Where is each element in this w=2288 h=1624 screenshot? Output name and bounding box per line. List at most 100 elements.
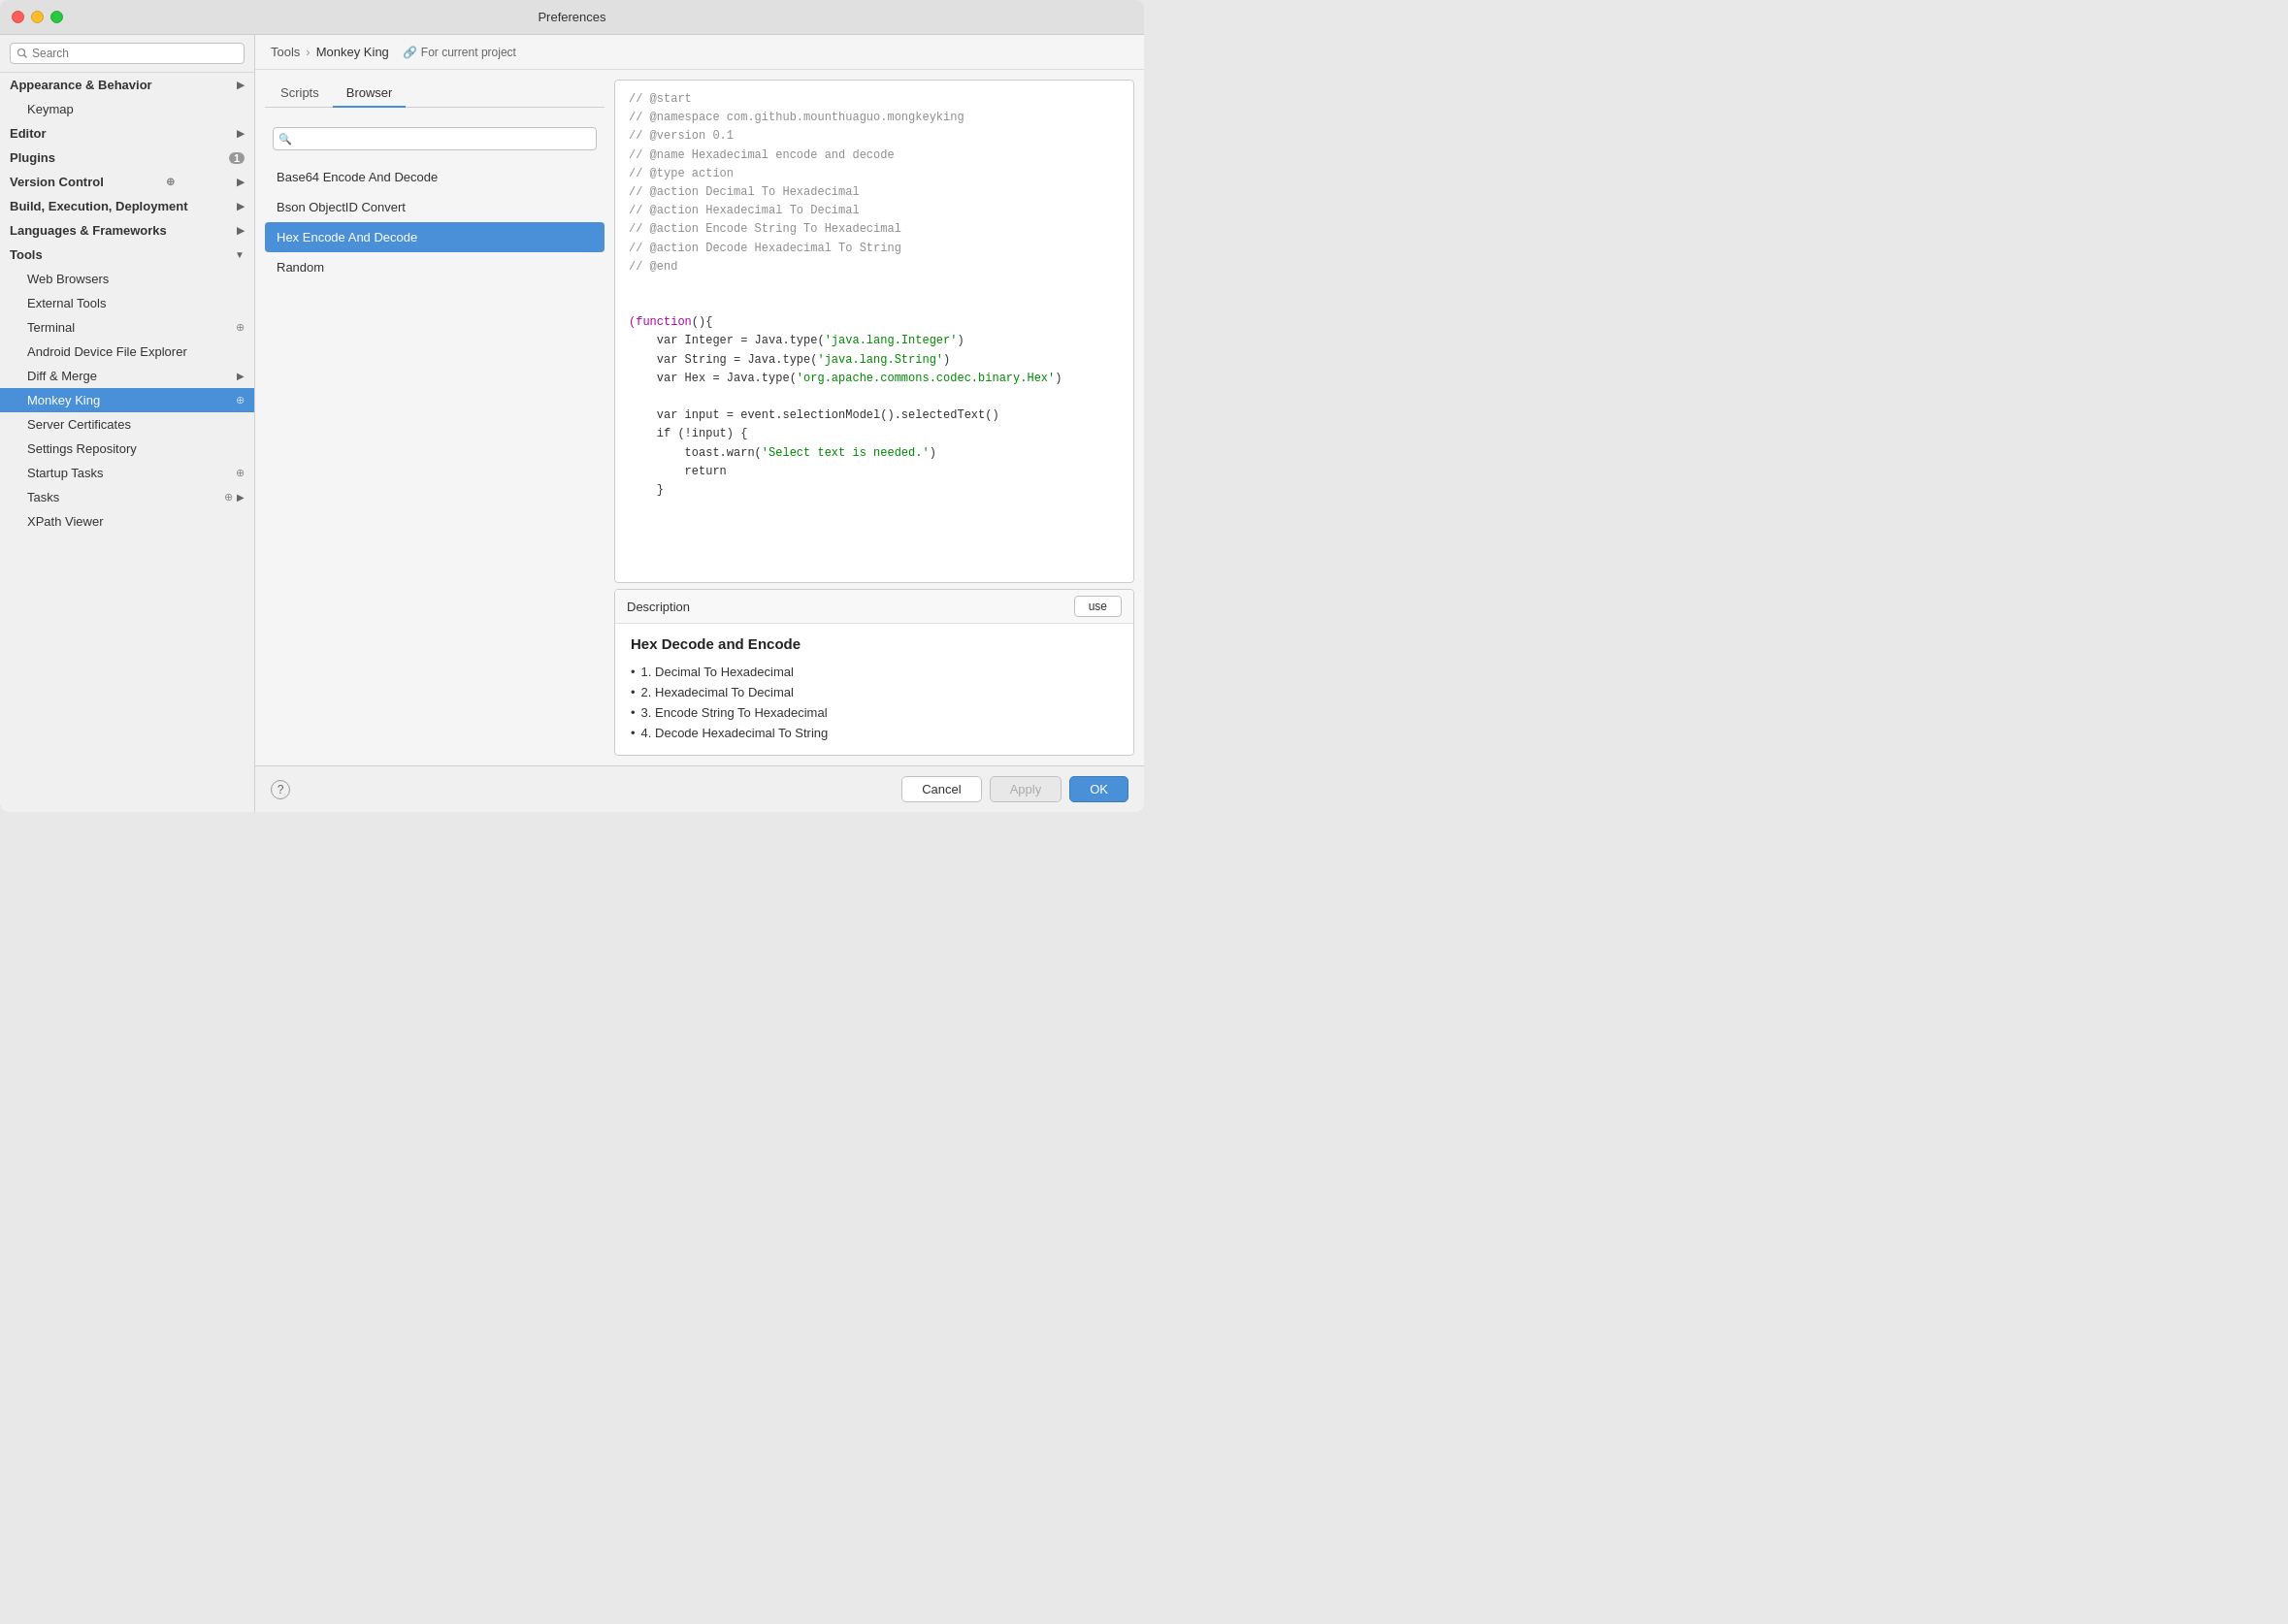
- panel-search-input[interactable]: [273, 127, 597, 150]
- bottom-bar: ? Cancel Apply OK: [255, 765, 1144, 812]
- code-editor[interactable]: // @start // @namespace com.github.mount…: [614, 80, 1134, 583]
- tab-scripts[interactable]: Scripts: [267, 80, 333, 108]
- close-button[interactable]: [12, 11, 24, 23]
- chevron-right-icon: ▶: [237, 80, 245, 90]
- sidebar-item-build-execution[interactable]: Build, Execution, Deployment ▶: [0, 194, 254, 218]
- description-header: Description use: [615, 590, 1133, 624]
- titlebar: Preferences: [0, 0, 1144, 35]
- sidebar-item-label: Diff & Merge: [27, 369, 97, 383]
- window-title: Preferences: [538, 10, 605, 24]
- sidebar-item-android-device[interactable]: Android Device File Explorer: [0, 340, 254, 364]
- code-line: // @end: [629, 258, 1120, 276]
- script-item-random[interactable]: Random: [265, 252, 605, 282]
- use-button[interactable]: use: [1074, 596, 1122, 617]
- project-link[interactable]: 🔗 For current project: [403, 46, 516, 59]
- sidebar-item-settings-repository[interactable]: Settings Repository: [0, 437, 254, 461]
- breadcrumb-root: Tools: [271, 45, 300, 59]
- code-line: // @start: [629, 90, 1120, 109]
- sidebar-item-languages-frameworks[interactable]: Languages & Frameworks ▶: [0, 218, 254, 243]
- sidebar-item-label: Android Device File Explorer: [27, 344, 187, 359]
- script-item-base64[interactable]: Base64 Encode And Decode: [265, 162, 605, 192]
- sidebar-item-tools[interactable]: Tools ▼: [0, 243, 254, 267]
- code-line: // @name Hexadecimal encode and decode: [629, 146, 1120, 165]
- external-icon: ⊕: [236, 321, 245, 334]
- cancel-button[interactable]: Cancel: [901, 776, 981, 802]
- sidebar-item-terminal[interactable]: Terminal ⊕: [0, 315, 254, 340]
- sidebar-item-editor[interactable]: Editor ▶: [0, 121, 254, 146]
- external-icon: ⊕: [166, 176, 175, 188]
- sidebar-item-web-browsers[interactable]: Web Browsers: [0, 267, 254, 291]
- plugins-badge: 1: [229, 152, 245, 164]
- panel-search-wrap: [273, 127, 597, 150]
- sidebar-item-appearance-behavior[interactable]: Appearance & Behavior ▶: [0, 73, 254, 97]
- code-line: if (!input) {: [629, 425, 1120, 443]
- chevron-right-icon: ▶: [237, 492, 245, 503]
- chevron-right-icon: ▶: [237, 371, 245, 381]
- tab-browser[interactable]: Browser: [333, 80, 407, 108]
- sidebar-item-label: Web Browsers: [27, 272, 109, 286]
- sidebar-item-label: Terminal: [27, 320, 75, 335]
- code-line: // @action Hexadecimal To Decimal: [629, 202, 1120, 220]
- project-link-label: For current project: [421, 46, 516, 59]
- list-item: 4. Decode Hexadecimal To String: [631, 723, 1118, 743]
- description-title: Hex Decode and Encode: [631, 635, 1118, 652]
- sidebar-item-monkey-king[interactable]: Monkey King ⊕: [0, 388, 254, 412]
- apply-button[interactable]: Apply: [990, 776, 1062, 802]
- code-line: var Integer = Java.type('java.lang.Integ…: [629, 332, 1120, 350]
- sidebar-item-diff-merge[interactable]: Diff & Merge ▶: [0, 364, 254, 388]
- description-body: Hex Decode and Encode 1. Decimal To Hexa…: [615, 624, 1133, 755]
- description-label: Description: [627, 600, 690, 614]
- external-icon: ⊕: [236, 467, 245, 479]
- tabs: Scripts Browser: [265, 80, 605, 108]
- code-line: // @namespace com.github.mounthuaguo.mon…: [629, 109, 1120, 127]
- sidebar-item-label: Plugins: [10, 150, 55, 165]
- maximize-button[interactable]: [50, 11, 63, 23]
- script-item-hex[interactable]: Hex Encode And Decode: [265, 222, 605, 252]
- sidebar-item-external-tools[interactable]: External Tools: [0, 291, 254, 315]
- code-line: [629, 276, 1120, 295]
- chevron-right-icon: ▶: [237, 177, 245, 187]
- external-icon: ⊕: [224, 491, 233, 503]
- sidebar-item-startup-tasks[interactable]: Startup Tasks ⊕: [0, 461, 254, 485]
- code-line: // @action Encode String To Hexadecimal: [629, 220, 1120, 239]
- panel-content: Scripts Browser Base64 Encode And Decode…: [255, 70, 1144, 765]
- preferences-window: Preferences Appearance & Behavior ▶ Keym…: [0, 0, 1144, 812]
- code-line: (function(){: [629, 313, 1120, 332]
- main-content: Appearance & Behavior ▶ Keymap Editor ▶ …: [0, 35, 1144, 812]
- sidebar-item-label: External Tools: [27, 296, 106, 310]
- sidebar: Appearance & Behavior ▶ Keymap Editor ▶ …: [0, 35, 255, 812]
- sidebar-item-label: Tools: [10, 247, 43, 262]
- chevron-right-icon: ▶: [237, 201, 245, 211]
- sidebar-item-label: Tasks: [27, 490, 59, 504]
- code-line: var String = Java.type('java.lang.String…: [629, 351, 1120, 370]
- code-line: // @action Decode Hexadecimal To String: [629, 240, 1120, 258]
- code-line: // @type action: [629, 165, 1120, 183]
- sidebar-search-input[interactable]: [10, 43, 245, 64]
- code-desc-area: // @start // @namespace com.github.mount…: [614, 80, 1134, 756]
- chevron-right-icon: ▶: [237, 225, 245, 236]
- sidebar-item-label: Settings Repository: [27, 441, 137, 456]
- sidebar-item-tasks[interactable]: Tasks ⊕ ▶: [0, 485, 254, 509]
- breadcrumb-separator: ›: [306, 45, 310, 59]
- sidebar-item-keymap[interactable]: Keymap: [0, 97, 254, 121]
- script-item-bson[interactable]: Bson ObjectID Convert: [265, 192, 605, 222]
- sidebar-item-version-control[interactable]: Version Control ⊕ ▶: [0, 170, 254, 194]
- ok-button[interactable]: OK: [1069, 776, 1128, 802]
- help-button[interactable]: ?: [271, 780, 290, 799]
- chevron-down-icon: ▼: [235, 249, 245, 260]
- panel-search-area: [265, 123, 605, 154]
- traffic-lights: [12, 11, 63, 23]
- sidebar-item-plugins[interactable]: Plugins 1: [0, 146, 254, 170]
- sidebar-item-label: Server Certificates: [27, 417, 131, 432]
- right-panel: Tools › Monkey King 🔗 For current projec…: [255, 35, 1144, 812]
- minimize-button[interactable]: [31, 11, 44, 23]
- sidebar-item-server-certificates[interactable]: Server Certificates: [0, 412, 254, 437]
- sidebar-item-label: Startup Tasks: [27, 466, 104, 480]
- list-item: 1. Decimal To Hexadecimal: [631, 662, 1118, 682]
- code-line: }: [629, 481, 1120, 500]
- description-list: 1. Decimal To Hexadecimal 2. Hexadecimal…: [631, 662, 1118, 743]
- sidebar-item-xpath-viewer[interactable]: XPath Viewer: [0, 509, 254, 534]
- script-list: Base64 Encode And Decode Bson ObjectID C…: [265, 162, 605, 756]
- code-line: // @version 0.1: [629, 127, 1120, 146]
- code-line: return: [629, 463, 1120, 481]
